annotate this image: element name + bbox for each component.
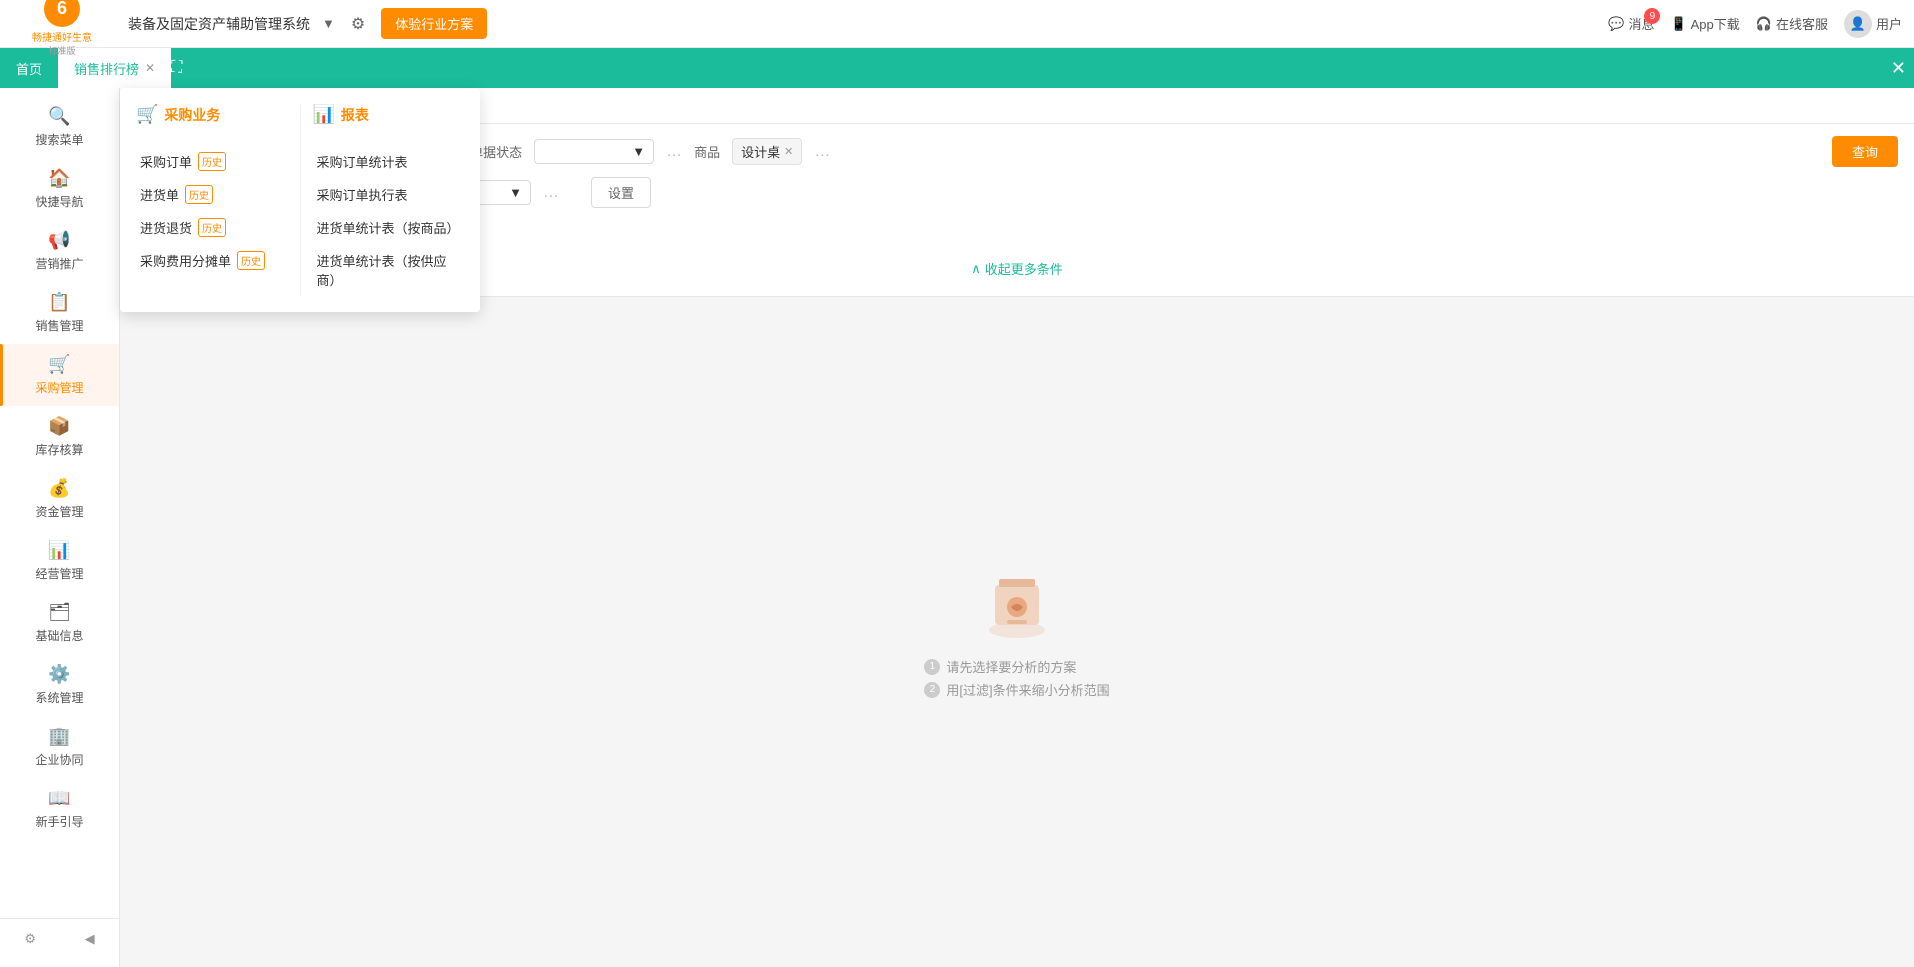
step-2-icon: 2 [924, 682, 940, 698]
reports-section-icon: 📊 [313, 104, 335, 125]
sidebar-item-system[interactable]: ⚙️ 系统管理 [0, 654, 119, 716]
menu-item-goods-return[interactable]: 进货退货 历史 [136, 211, 288, 244]
sidebar-item-sales[interactable]: 📋 销售管理 [0, 282, 119, 344]
logo-sub: 标准版 [48, 44, 75, 57]
salesman-arrow: ▼ [509, 185, 522, 200]
logo-area: 6 畅捷通好生意 标准版 [12, 0, 112, 57]
sidebar-item-search[interactable]: 🔍 搜索菜单 [0, 96, 119, 158]
goods-tag[interactable]: 设计桌 ✕ [732, 138, 802, 165]
history-badge-0: 历史 [198, 152, 226, 171]
goods-more[interactable]: … [814, 143, 830, 161]
sidebar-item-basic-info[interactable]: 🗂 基础信息 [0, 592, 119, 654]
guide-icon: 📖 [48, 788, 70, 809]
history-badge-2: 历史 [198, 218, 226, 237]
menu-divider [300, 104, 301, 296]
empty-state: 1 请先选择要分析的方案 2 用[过滤]条件来缩小分析范围 [120, 297, 1914, 967]
purchase-section-title: 🛒 采购业务 [136, 104, 288, 133]
message-icon: 💬 [1608, 16, 1624, 32]
operations-icon: 📊 [48, 540, 70, 561]
topbar-right: 💬 消息 9 📱 App下载 🎧 在线客服 👤 用户 [1608, 10, 1902, 38]
online-service-button[interactable]: 🎧 在线客服 [1756, 14, 1828, 33]
home-icon: 🏠 [48, 168, 70, 189]
settings-button[interactable]: 设置 [591, 177, 651, 208]
system-title: 装备及固定资产辅助管理系统 [128, 14, 310, 34]
expand-icon[interactable]: ⛶ [171, 59, 182, 77]
sidebar-item-quick-nav[interactable]: 🏠 快捷导航 [0, 158, 119, 220]
topbar: 6 畅捷通好生意 标准版 装备及固定资产辅助管理系统 ▼ ⚙ 体验行业方案 💬 … [0, 0, 1914, 48]
user-button[interactable]: 👤 用户 [1844, 10, 1902, 38]
sidebar: 🔍 搜索菜单 🏠 快捷导航 📢 营销推广 📋 销售管理 🛒 采购管理 📦 库存核… [0, 88, 120, 967]
settings-bottom-icon[interactable]: ⚙ [24, 931, 36, 947]
history-badge-3: 历史 [237, 251, 265, 270]
query-button[interactable]: 查询 [1832, 136, 1898, 167]
menu-item-goods-receipt[interactable]: 进货单 历史 [136, 178, 288, 211]
sidebar-item-purchase[interactable]: 🛒 采购管理 [0, 344, 119, 406]
finance-icon: 💰 [48, 478, 70, 499]
sidebar-bottom: ⚙ ◀ [0, 918, 119, 959]
sidebar-item-finance[interactable]: 💰 资金管理 [0, 468, 119, 530]
tab-close-icon[interactable]: ✕ [145, 61, 155, 75]
collapse-sidebar-icon[interactable]: ◀ [85, 931, 95, 947]
menu-item-purchase-order-stat[interactable]: 采购订单统计表 [313, 145, 465, 178]
goods-label: 商品 [694, 142, 720, 161]
message-badge: 9 [1644, 8, 1660, 24]
step-1-icon: 1 [924, 659, 940, 675]
menu-item-goods-receipt-stat-by-supplier[interactable]: 进货单统计表（按供应商） [313, 244, 465, 296]
trial-button[interactable]: 体验行业方案 [381, 8, 487, 39]
sidebar-item-marketing[interactable]: 📢 营销推广 [0, 220, 119, 282]
tabbar-close-icon[interactable]: ✕ [1891, 58, 1906, 79]
voucher-status-select[interactable]: ▼ [534, 139, 654, 164]
menu-item-goods-receipt-stat-by-product[interactable]: 进货单统计表（按商品） [313, 211, 465, 244]
purchase-section: 🛒 采购业务 采购订单 历史 进货单 历史 进货退货 历史 采购费用分摊单 历史 [136, 104, 288, 296]
logo-icon: 6 [44, 0, 80, 27]
empty-text-item-1: 1 请先选择要分析的方案 [924, 657, 1076, 676]
headset-icon: 🎧 [1756, 16, 1772, 32]
search-icon: 🔍 [48, 106, 70, 127]
sales-icon: 📋 [48, 292, 70, 313]
dropdown-arrow-icon[interactable]: ▼ [322, 16, 335, 31]
purchase-dropdown-menu: 🛒 采购业务 采购订单 历史 进货单 历史 进货退货 历史 采购费用分摊单 历史… [120, 88, 480, 312]
avatar: 👤 [1844, 10, 1872, 38]
sidebar-item-operations[interactable]: 📊 经营管理 [0, 530, 119, 592]
basic-info-icon: 🗂 [48, 602, 71, 623]
empty-illustration [977, 565, 1057, 645]
menu-item-purchase-expense[interactable]: 采购费用分摊单 历史 [136, 244, 288, 277]
salesman-more[interactable]: … [543, 184, 559, 202]
voucher-status-arrow: ▼ [632, 144, 645, 159]
marketing-icon: 📢 [48, 230, 70, 251]
enterprise-icon: 🏢 [48, 726, 70, 747]
menu-item-purchase-order[interactable]: 采购订单 历史 [136, 145, 288, 178]
purchase-icon: 🛒 [48, 354, 70, 375]
inventory-icon: 📦 [48, 416, 70, 437]
phone-icon: 📱 [1670, 16, 1686, 32]
purchase-section-icon: 🛒 [136, 104, 158, 125]
logo-label: 畅捷通好生意 [32, 29, 92, 44]
menu-item-purchase-order-exec[interactable]: 采购订单执行表 [313, 178, 465, 211]
messages-button[interactable]: 💬 消息 9 [1608, 14, 1654, 33]
empty-text-item-2: 2 用[过滤]条件来缩小分析范围 [924, 680, 1109, 699]
tabbar: 首页 销售排行榜 ✕ ⛶ ✕ [0, 48, 1914, 88]
empty-text: 1 请先选择要分析的方案 2 用[过滤]条件来缩小分析范围 [924, 657, 1109, 699]
reports-section: 📊 报表 采购订单统计表 采购订单执行表 进货单统计表（按商品） 进货单统计表（… [313, 104, 465, 296]
sidebar-item-guide[interactable]: 📖 新手引导 [0, 778, 119, 840]
collapse-up-icon: ∧ [971, 261, 981, 277]
sidebar-item-enterprise[interactable]: 🏢 企业协同 [0, 716, 119, 778]
goods-tag-close[interactable]: ✕ [784, 145, 793, 158]
gear-icon[interactable]: ⚙ [351, 14, 365, 34]
system-icon: ⚙️ [48, 664, 70, 685]
app-download-button[interactable]: 📱 App下载 [1670, 14, 1739, 33]
reports-section-title: 📊 报表 [313, 104, 465, 133]
sidebar-item-inventory[interactable]: 📦 库存核算 [0, 406, 119, 468]
voucher-status-more[interactable]: … [666, 143, 682, 161]
history-badge-1: 历史 [185, 185, 213, 204]
